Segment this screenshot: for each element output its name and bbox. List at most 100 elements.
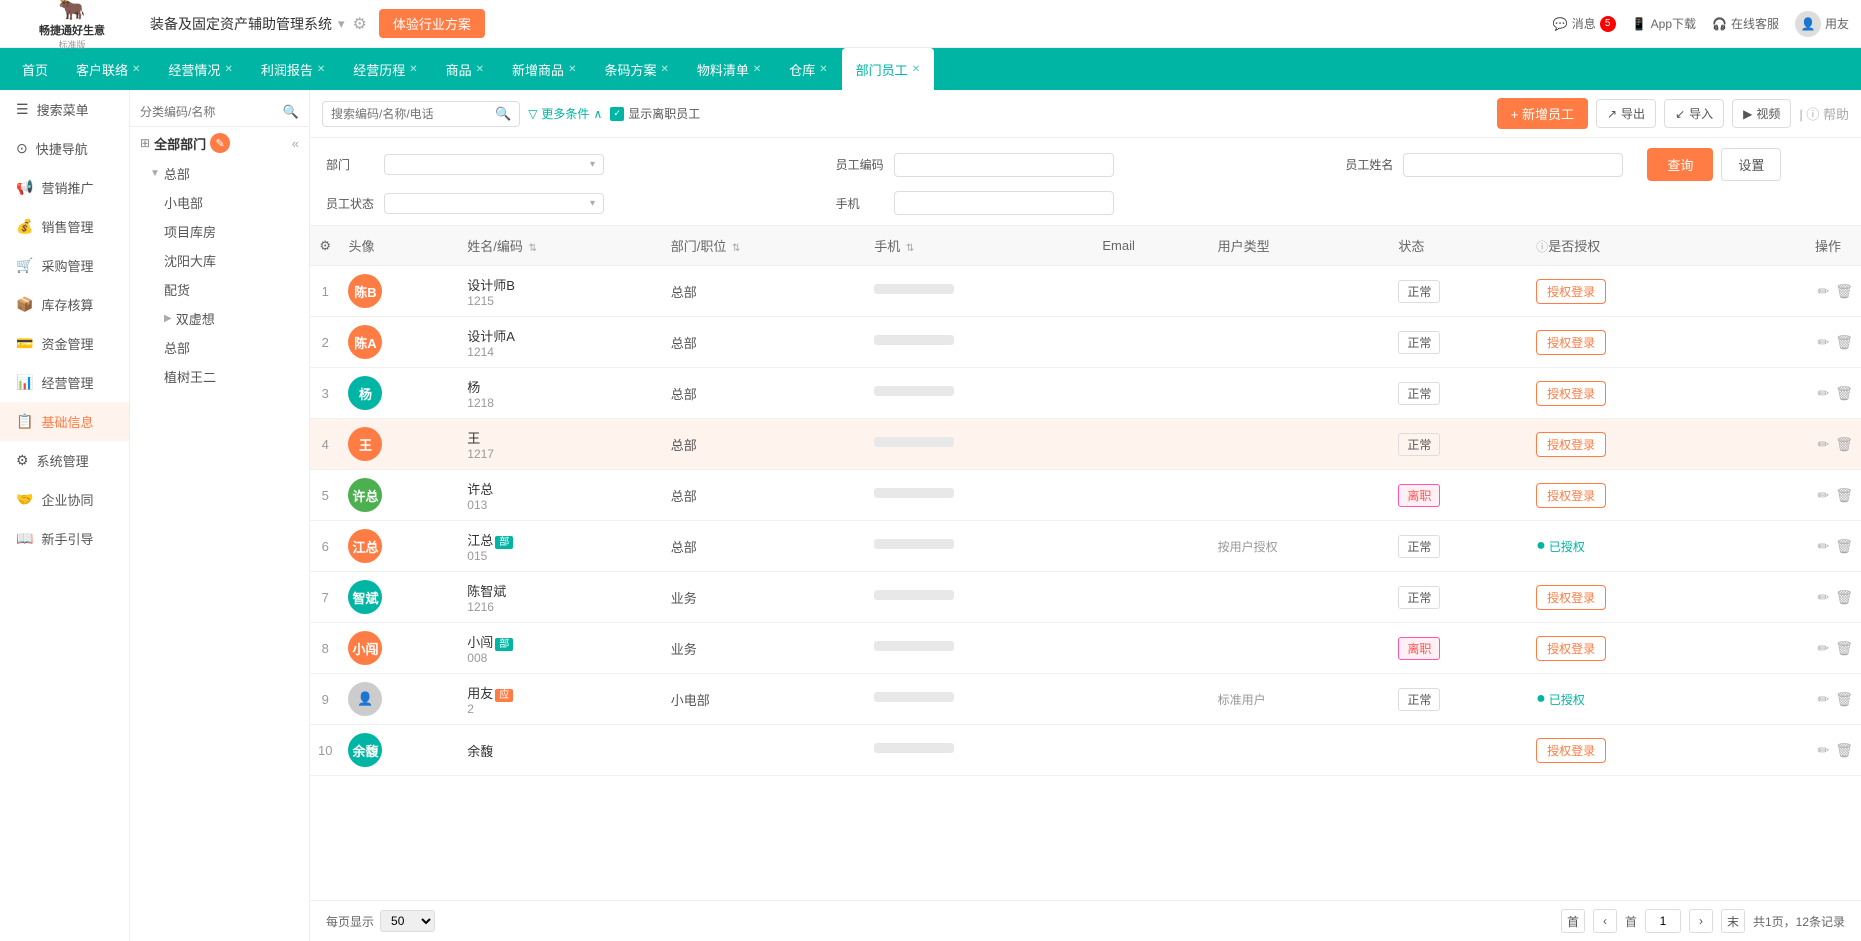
all-dept-label[interactable]: 全部部门 (154, 134, 206, 153)
prev-page-button[interactable]: ‹ (1593, 909, 1617, 933)
close-icon[interactable]: ✕ (753, 64, 761, 75)
tab-profit[interactable]: 利润报告 ✕ (247, 48, 339, 90)
delete-button[interactable]: 🗑 (1835, 487, 1853, 504)
next-page-button[interactable]: › (1689, 909, 1713, 933)
show-inactive-toggle[interactable]: ✓ 显示离职员工 (610, 105, 700, 122)
edit-button[interactable]: ✏ (1817, 538, 1829, 555)
delete-button[interactable]: 🗑 (1835, 283, 1853, 300)
delete-button[interactable]: 🗑 (1835, 589, 1853, 606)
dept-node-distribution[interactable]: 配货 (140, 275, 309, 304)
auth-login-button[interactable]: 授权登录 (1536, 636, 1606, 661)
more-filters-button[interactable]: ▽ 更多条件 ∧ (528, 105, 602, 122)
settings-icon[interactable]: ⚙ (353, 14, 367, 34)
tab-operations[interactable]: 经营情况 ✕ (154, 48, 246, 90)
dept-search-icon[interactable]: 🔍 (283, 104, 299, 120)
tab-warehouse[interactable]: 仓库 ✕ (775, 48, 841, 90)
col-name[interactable]: 姓名/编码 ⇅ (459, 226, 662, 266)
dept-node-shenyang[interactable]: 沈阳大库 (140, 246, 309, 275)
auth-login-button[interactable]: 授权登录 (1536, 432, 1606, 457)
dept-search-input[interactable] (140, 105, 279, 119)
delete-button[interactable]: 🗑 (1835, 640, 1853, 657)
tab-new-goods[interactable]: 新增商品 ✕ (498, 48, 590, 90)
name-filter-input[interactable] (1403, 153, 1623, 177)
close-icon[interactable]: ✕ (476, 64, 484, 75)
close-icon[interactable]: ✕ (819, 64, 827, 75)
delete-button[interactable]: 🗑 (1835, 742, 1853, 759)
import-button[interactable]: ↙ 导入 (1664, 99, 1724, 128)
close-icon[interactable]: ✕ (409, 64, 417, 75)
user-menu-button[interactable]: 👤 用友 (1795, 11, 1849, 37)
search-icon[interactable]: 🔍 (495, 106, 511, 122)
sidebar-item-operations[interactable]: 📊 经营管理 (0, 363, 129, 402)
sidebar-item-basic[interactable]: 📋 基础信息 (0, 402, 129, 441)
set-button[interactable]: 设置 (1721, 148, 1781, 181)
dept-filter-select[interactable]: ▾ (384, 154, 604, 175)
col-settings[interactable]: ⚙ (310, 226, 340, 266)
add-employee-button[interactable]: + 新增员工 (1497, 98, 1588, 129)
dept-node-electronics[interactable]: 小电部 (140, 188, 309, 217)
delete-button[interactable]: 🗑 (1835, 436, 1853, 453)
dept-collapse-button[interactable]: « (292, 136, 299, 151)
auth-login-button[interactable]: 授权登录 (1536, 585, 1606, 610)
tab-home[interactable]: 首页 (8, 48, 62, 90)
page-number-input[interactable] (1645, 909, 1681, 933)
phone-filter-input[interactable] (894, 191, 1114, 215)
status-filter-select[interactable]: ▾ (384, 193, 604, 214)
sidebar-item-purchase[interactable]: 🛒 采购管理 (0, 246, 129, 285)
auth-login-button[interactable]: 授权登录 (1536, 381, 1606, 406)
edit-button[interactable]: ✏ (1817, 742, 1829, 759)
dept-node-hq[interactable]: 总部 (140, 333, 309, 362)
tab-employees[interactable]: 部门员工 ✕ (842, 48, 934, 90)
sidebar-item-quick[interactable]: ⊙ 快捷导航 (0, 129, 129, 168)
code-filter-input[interactable] (894, 153, 1114, 177)
edit-button[interactable]: ✏ (1817, 640, 1829, 657)
per-page-select[interactable]: 50 20 100 (380, 910, 435, 932)
last-page-button[interactable]: 末 (1721, 909, 1745, 933)
auth-login-button[interactable]: 授权登录 (1536, 330, 1606, 355)
query-button[interactable]: 查询 (1647, 148, 1713, 181)
delete-button[interactable]: 🗑 (1835, 538, 1853, 555)
dept-node-general[interactable]: ▼ 总部 (140, 159, 309, 188)
edit-button[interactable]: ✏ (1817, 385, 1829, 402)
sidebar-item-collab[interactable]: 🤝 企业协同 (0, 480, 129, 519)
export-button[interactable]: ↗ 导出 (1596, 99, 1656, 128)
sidebar-item-marketing[interactable]: 📢 营销推广 (0, 168, 129, 207)
delete-button[interactable]: 🗑 (1835, 385, 1853, 402)
system-dropdown-icon[interactable]: ▾ (338, 16, 345, 32)
close-icon[interactable]: ✕ (317, 64, 325, 75)
tab-customer[interactable]: 客户联络 ✕ (62, 48, 154, 90)
auth-login-button[interactable]: 授权登录 (1536, 483, 1606, 508)
edit-button[interactable]: ✏ (1817, 334, 1829, 351)
sidebar-item-search[interactable]: ☰ 搜索菜单 (0, 90, 129, 129)
close-icon[interactable]: ✕ (224, 64, 232, 75)
col-dept[interactable]: 部门/职位 ⇅ (663, 226, 866, 266)
edit-button[interactable]: ✏ (1817, 589, 1829, 606)
col-phone[interactable]: 手机 ⇅ (866, 226, 1094, 266)
search-input[interactable] (331, 107, 491, 121)
sidebar-item-inventory[interactable]: 📦 库存核算 (0, 285, 129, 324)
delete-button[interactable]: 🗑 (1835, 691, 1853, 708)
close-icon[interactable]: ✕ (660, 64, 668, 75)
edit-button[interactable]: ✏ (1817, 691, 1829, 708)
edit-button[interactable]: ✏ (1817, 283, 1829, 300)
auth-login-button[interactable]: 授权登录 (1536, 279, 1606, 304)
edit-button[interactable]: ✏ (1817, 487, 1829, 504)
tab-barcode[interactable]: 条码方案 ✕ (590, 48, 682, 90)
sidebar-item-finance[interactable]: 💳 资金管理 (0, 324, 129, 363)
tab-bom[interactable]: 物料清单 ✕ (683, 48, 775, 90)
close-icon[interactable]: ✕ (568, 64, 576, 75)
dept-node-plant[interactable]: 植树王二 (140, 362, 309, 391)
edit-button[interactable]: ✏ (1817, 436, 1829, 453)
dept-node-double[interactable]: ▶ 双虚想 (140, 304, 309, 333)
dept-edit-button[interactable]: ✎ (210, 133, 230, 153)
close-icon[interactable]: ✕ (132, 64, 140, 75)
online-service-button[interactable]: 🎧 在线客服 (1712, 15, 1779, 32)
info-icon[interactable]: ⓘ (1536, 240, 1548, 254)
delete-button[interactable]: 🗑 (1835, 334, 1853, 351)
first-page-button[interactable]: 首 (1561, 909, 1585, 933)
sidebar-item-sales[interactable]: 💰 销售管理 (0, 207, 129, 246)
app-download-button[interactable]: 📱 App下载 (1632, 15, 1696, 32)
dept-node-project[interactable]: 项目库房 (140, 217, 309, 246)
close-icon[interactable]: ✕ (912, 64, 920, 75)
tab-history[interactable]: 经营历程 ✕ (339, 48, 431, 90)
